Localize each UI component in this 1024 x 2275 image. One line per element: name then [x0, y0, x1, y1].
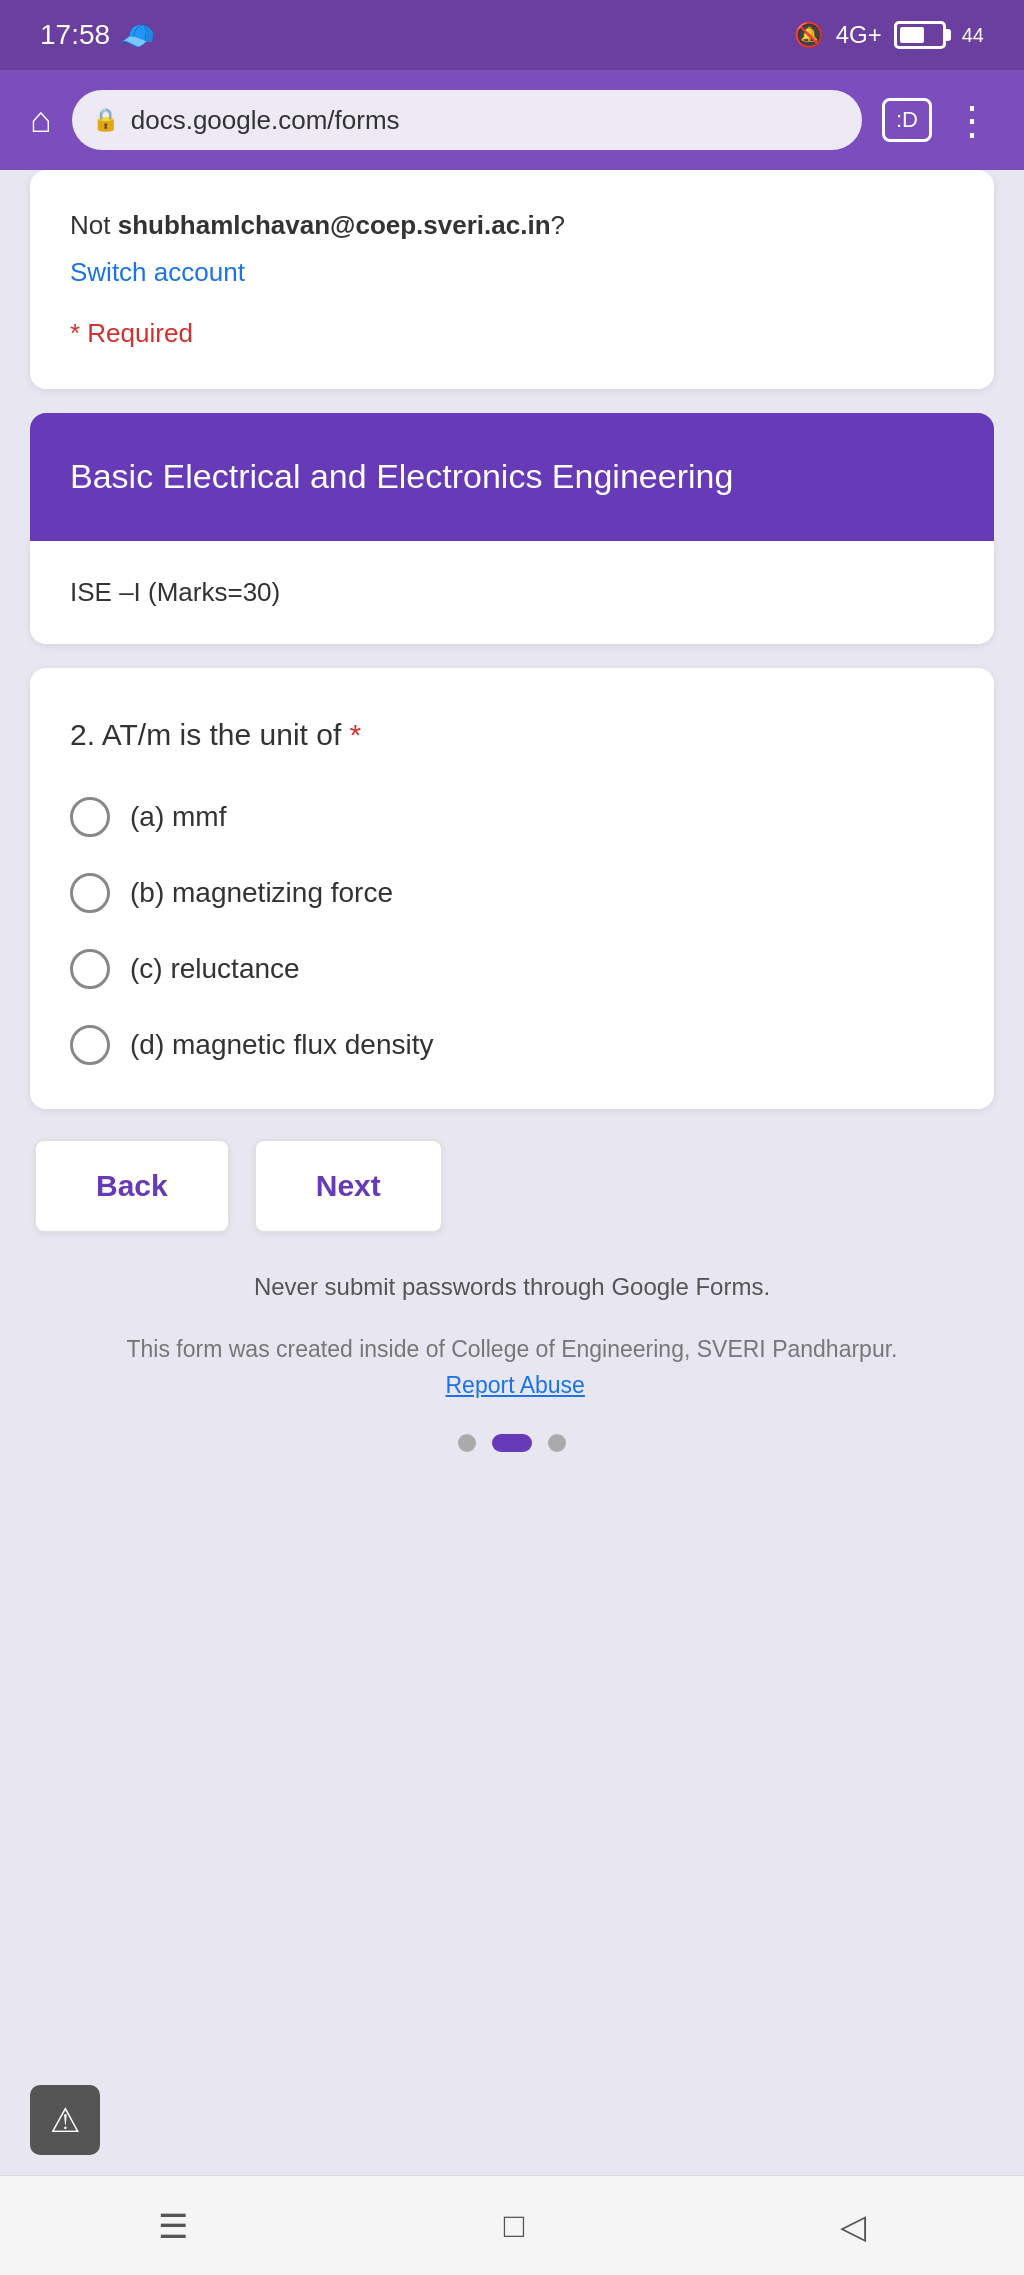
status-time: 17:58 — [40, 19, 110, 51]
battery-level: 44 — [962, 24, 984, 47]
dot-1 — [458, 1434, 476, 1452]
feedback-button[interactable]: ⚠ — [30, 2085, 100, 2155]
status-bar: 17:58 🧢 🔕 4G+ 44 — [0, 0, 1024, 70]
radio-c[interactable] — [70, 949, 110, 989]
form-title-card: Basic Electrical and Electronics Enginee… — [30, 413, 994, 541]
question-card: 2. AT/m is the unit of * (a) mmf (b) mag… — [30, 668, 994, 1109]
not-account-text: Not shubhamlchavan@coep.sveri.ac.in? — [70, 210, 954, 241]
browser-bar: ⌂ 🔒 docs.google.com/forms :D ⋮ — [0, 70, 1024, 170]
url-bar[interactable]: 🔒 docs.google.com/forms — [72, 90, 862, 150]
switch-account-link[interactable]: Switch account — [70, 257, 954, 288]
tab-icon: :D — [896, 107, 918, 133]
feedback-icon: ⚠ — [50, 2100, 80, 2140]
nav-buttons: Back Next — [30, 1139, 994, 1233]
footer-info: This form was created inside of College … — [30, 1331, 994, 1405]
bell-icon: 🔕 — [794, 21, 824, 49]
report-abuse-link[interactable]: Report Abuse — [446, 1372, 585, 1398]
question-text: 2. AT/m is the unit of * — [70, 712, 954, 757]
page-dots — [30, 1434, 994, 1452]
nav-home-button[interactable]: □ — [474, 2196, 555, 2255]
status-emoji: 🧢 — [120, 19, 155, 52]
menu-button[interactable]: ⋮ — [952, 97, 994, 143]
nav-menu-button[interactable]: ☰ — [128, 2196, 218, 2256]
footer-warning: Never submit passwords through Google Fo… — [30, 1273, 994, 1301]
nav-back-button[interactable]: ◁ — [810, 2196, 896, 2256]
main-content: Not shubhamlchavan@coep.sveri.ac.in? Swi… — [0, 170, 1024, 1652]
battery-icon — [894, 21, 946, 49]
bottom-nav: ☰ □ ◁ — [0, 2175, 1024, 2275]
option-c-label: (c) reluctance — [130, 953, 300, 985]
radio-a[interactable] — [70, 797, 110, 837]
tab-button[interactable]: :D — [882, 98, 932, 142]
radio-b[interactable] — [70, 873, 110, 913]
account-card: Not shubhamlchavan@coep.sveri.ac.in? Swi… — [30, 170, 994, 389]
required-label: * Required — [70, 318, 954, 349]
home-button[interactable]: ⌂ — [30, 99, 52, 141]
back-button[interactable]: Back — [34, 1139, 230, 1233]
radio-d[interactable] — [70, 1025, 110, 1065]
form-title: Basic Electrical and Electronics Enginee… — [70, 453, 954, 501]
signal-text: 4G+ — [836, 21, 882, 49]
email-text: shubhamlchavan@coep.sveri.ac.in — [118, 210, 551, 240]
option-d-label: (d) magnetic flux density — [130, 1029, 433, 1061]
footer-info-text: This form was created inside of College … — [127, 1336, 898, 1362]
required-star: * — [350, 718, 362, 751]
option-d-row[interactable]: (d) magnetic flux density — [70, 1025, 954, 1065]
status-icons: 🔕 4G+ 44 — [794, 21, 984, 49]
option-a-label: (a) mmf — [130, 801, 226, 833]
form-subtitle-card: ISE –I (Marks=30) — [30, 541, 994, 644]
option-b-row[interactable]: (b) magnetizing force — [70, 873, 954, 913]
url-text: docs.google.com/forms — [131, 105, 842, 136]
option-c-row[interactable]: (c) reluctance — [70, 949, 954, 989]
option-b-label: (b) magnetizing force — [130, 877, 393, 909]
lock-icon: 🔒 — [92, 107, 119, 133]
next-button[interactable]: Next — [254, 1139, 443, 1233]
dot-2 — [492, 1434, 532, 1452]
dot-3 — [548, 1434, 566, 1452]
form-subtitle: ISE –I (Marks=30) — [70, 577, 954, 608]
option-a-row[interactable]: (a) mmf — [70, 797, 954, 837]
